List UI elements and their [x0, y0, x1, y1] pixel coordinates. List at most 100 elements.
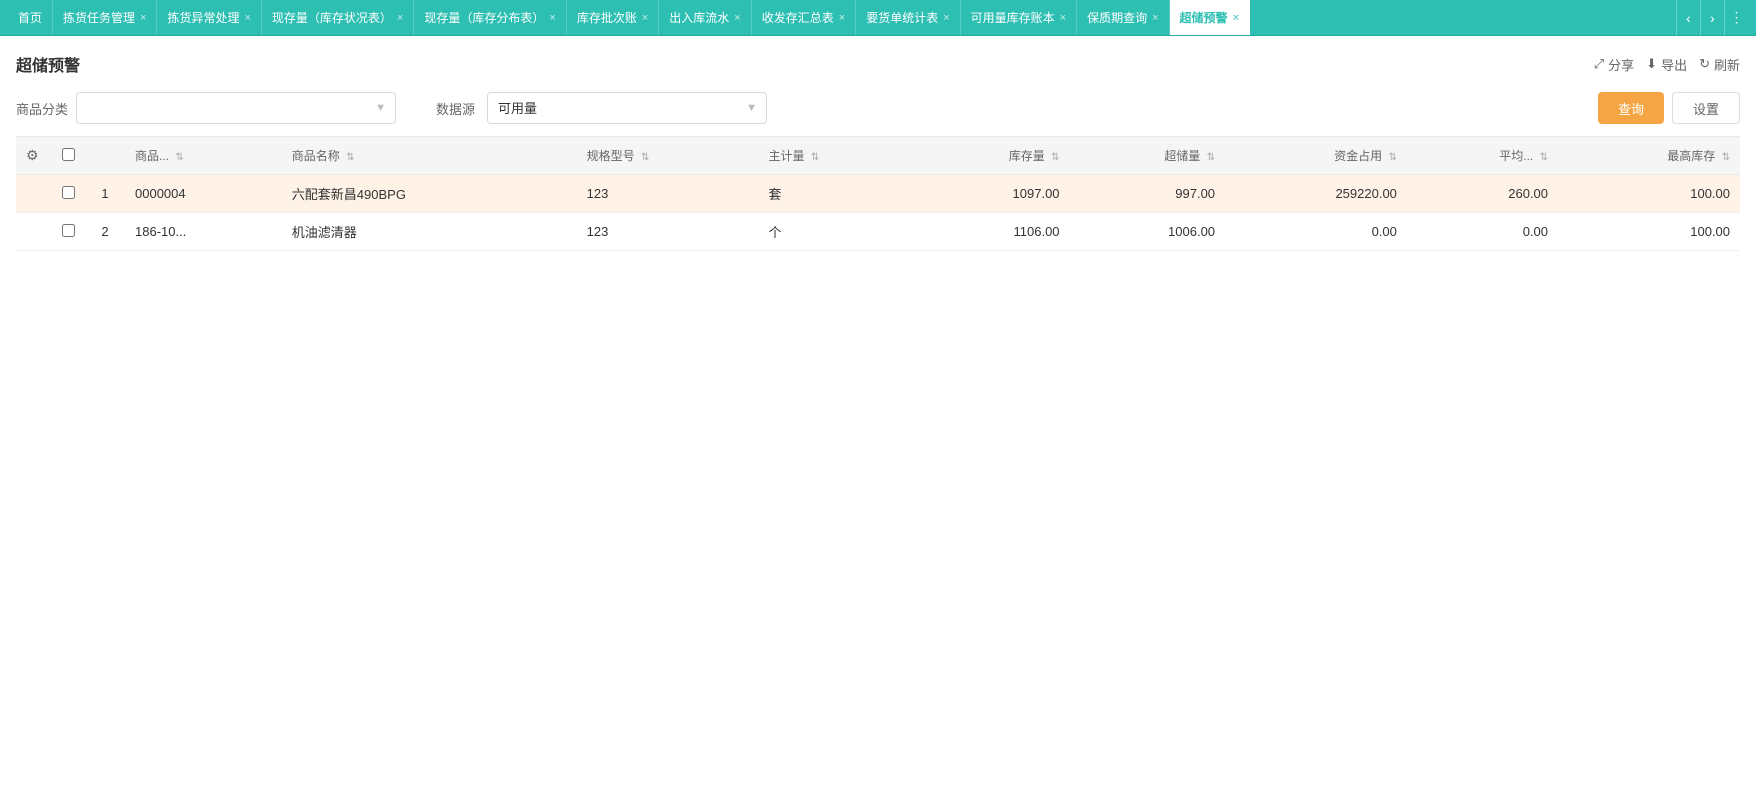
- close-icon[interactable]: ×: [642, 12, 648, 24]
- left-filters: 商品分类 ▼ 数据源 可用量 库存量 ▼: [16, 92, 767, 124]
- close-icon[interactable]: ×: [549, 12, 555, 24]
- td-gear: [16, 175, 52, 213]
- sort-icon[interactable]: ⇅: [1722, 152, 1730, 163]
- export-icon: ⬇: [1646, 56, 1657, 72]
- nav-tab-expiry[interactable]: 保质期查询 ×: [1077, 0, 1169, 36]
- th-avg: 平均... ⇅: [1407, 137, 1558, 175]
- right-buttons: 查询 设置: [1598, 92, 1740, 124]
- refresh-button[interactable]: ↻ 刷新: [1699, 55, 1740, 74]
- nav-tab-requisition[interactable]: 要货单统计表 ×: [856, 0, 960, 36]
- nav-tab-summary[interactable]: 收发存汇总表 ×: [752, 0, 856, 36]
- th-stock: 库存量 ⇅: [914, 137, 1070, 175]
- row-checkbox[interactable]: [62, 224, 75, 237]
- top-navigation: 首页 拣货任务管理 × 拣货异常处理 × 现存量（库存状况表） × 现存量（库存…: [0, 0, 1756, 36]
- th-unit: 主计量 ⇅: [759, 137, 915, 175]
- setting-button[interactable]: 设置: [1672, 92, 1740, 124]
- close-icon[interactable]: ×: [1152, 12, 1158, 24]
- td-unit: 个: [759, 213, 915, 251]
- nav-arrows: ‹ › ⋮: [1676, 0, 1748, 36]
- td-checkbox: [52, 213, 85, 251]
- td-overstock: 1006.00: [1070, 213, 1226, 251]
- table-row: 2 186-10... 机油滤清器 123 个 1106.00 1006.00 …: [16, 213, 1740, 251]
- close-icon[interactable]: ×: [244, 12, 250, 24]
- nav-tab-inout[interactable]: 出入库流水 ×: [659, 0, 751, 36]
- settings-icon[interactable]: ⚙: [26, 147, 39, 163]
- close-icon[interactable]: ×: [1060, 12, 1066, 24]
- filter-area: 商品分类 ▼ 数据源 可用量 库存量 ▼ 查询 设置: [16, 92, 1740, 124]
- page-content: 超储预警 ⤢ 分享 ⬇ 导出 ↻ 刷新 商品分类 ▼: [0, 36, 1756, 800]
- th-gear: ⚙: [16, 137, 52, 175]
- th-product-code: 商品... ⇅: [125, 137, 282, 175]
- close-icon[interactable]: ×: [140, 12, 146, 24]
- datasource-label: 数据源: [436, 99, 475, 118]
- share-icon: ⤢: [1594, 56, 1604, 72]
- th-unit-label: 主计量: [769, 149, 805, 163]
- close-icon[interactable]: ×: [1233, 12, 1239, 24]
- th-spec-label: 规格型号: [587, 149, 635, 163]
- td-spec: 123: [577, 213, 759, 251]
- nav-tab-task[interactable]: 拣货任务管理 ×: [53, 0, 157, 36]
- select-all-checkbox[interactable]: [62, 148, 75, 161]
- td-stock: 1106.00: [914, 213, 1070, 251]
- nav-tab-stock-status[interactable]: 现存量（库存状况表） ×: [262, 0, 414, 36]
- page-title: 超储预警: [16, 52, 80, 76]
- td-maxstock: 100.00: [1558, 213, 1740, 251]
- sort-icon[interactable]: ⇅: [1389, 152, 1397, 163]
- nav-tab-overstock[interactable]: 超储预警 ×: [1170, 0, 1250, 36]
- td-product-code: 0000004: [125, 175, 282, 213]
- table-body: 1 0000004 六配套新昌490BPG 123 套 1097.00 997.…: [16, 175, 1740, 251]
- td-capital: 259220.00: [1225, 175, 1407, 213]
- td-rownum: 1: [85, 175, 125, 213]
- nav-tab-batch[interactable]: 库存批次账 ×: [567, 0, 659, 36]
- td-capital: 0.00: [1225, 213, 1407, 251]
- td-stock: 1097.00: [914, 175, 1070, 213]
- sort-icon[interactable]: ⇅: [1540, 152, 1548, 163]
- close-icon[interactable]: ×: [943, 12, 949, 24]
- th-avg-label: 平均...: [1499, 149, 1533, 163]
- category-select-wrapper: ▼: [76, 92, 396, 124]
- table-header: ⚙ 商品... ⇅ 商品名称 ⇅ 规格型号 ⇅: [16, 137, 1740, 175]
- sort-icon[interactable]: ⇅: [1051, 152, 1059, 163]
- query-button[interactable]: 查询: [1598, 92, 1664, 124]
- th-product-name-label: 商品名称: [292, 149, 340, 163]
- export-button[interactable]: ⬇ 导出: [1646, 55, 1687, 74]
- td-product-name: 六配套新昌490BPG: [282, 175, 577, 213]
- td-avg: 0.00: [1407, 213, 1558, 251]
- category-select[interactable]: [76, 92, 396, 124]
- category-label: 商品分类: [16, 99, 68, 118]
- td-maxstock: 100.00: [1558, 175, 1740, 213]
- sort-icon[interactable]: ⇅: [641, 152, 649, 163]
- th-overstock-label: 超储量: [1164, 149, 1200, 163]
- td-overstock: 997.00: [1070, 175, 1226, 213]
- th-overstock: 超储量 ⇅: [1070, 137, 1226, 175]
- sort-icon[interactable]: ⇅: [811, 152, 819, 163]
- close-icon[interactable]: ×: [734, 12, 740, 24]
- nav-next-button[interactable]: ›: [1700, 0, 1724, 36]
- nav-tab-home[interactable]: 首页: [8, 0, 53, 36]
- td-rownum: 2: [85, 213, 125, 251]
- th-stock-label: 库存量: [1009, 149, 1045, 163]
- th-checkbox: [52, 137, 85, 175]
- nav-tab-available[interactable]: 可用量库存账本 ×: [961, 0, 1077, 36]
- td-gear: [16, 213, 52, 251]
- th-capital: 资金占用 ⇅: [1225, 137, 1407, 175]
- datasource-select[interactable]: 可用量 库存量: [487, 92, 767, 124]
- th-maxstock-label: 最高库存: [1667, 149, 1715, 163]
- th-product-name: 商品名称 ⇅: [282, 137, 577, 175]
- td-product-name: 机油滤清器: [282, 213, 577, 251]
- nav-tab-exception[interactable]: 拣货异常处理 ×: [157, 0, 261, 36]
- close-icon[interactable]: ×: [397, 12, 403, 24]
- sort-icon[interactable]: ⇅: [175, 152, 183, 163]
- share-button[interactable]: ⤢ 分享: [1594, 55, 1634, 74]
- th-capital-label: 资金占用: [1334, 149, 1382, 163]
- nav-tab-stock-dist[interactable]: 现存量（库存分布表） ×: [414, 0, 566, 36]
- sort-icon[interactable]: ⇅: [1207, 152, 1215, 163]
- row-checkbox[interactable]: [62, 186, 75, 199]
- td-product-code: 186-10...: [125, 213, 282, 251]
- nav-more-button[interactable]: ⋮: [1724, 0, 1748, 36]
- nav-prev-button[interactable]: ‹: [1676, 0, 1700, 36]
- td-checkbox: [52, 175, 85, 213]
- sort-icon[interactable]: ⇅: [346, 152, 354, 163]
- th-spec: 规格型号 ⇅: [577, 137, 759, 175]
- close-icon[interactable]: ×: [839, 12, 845, 24]
